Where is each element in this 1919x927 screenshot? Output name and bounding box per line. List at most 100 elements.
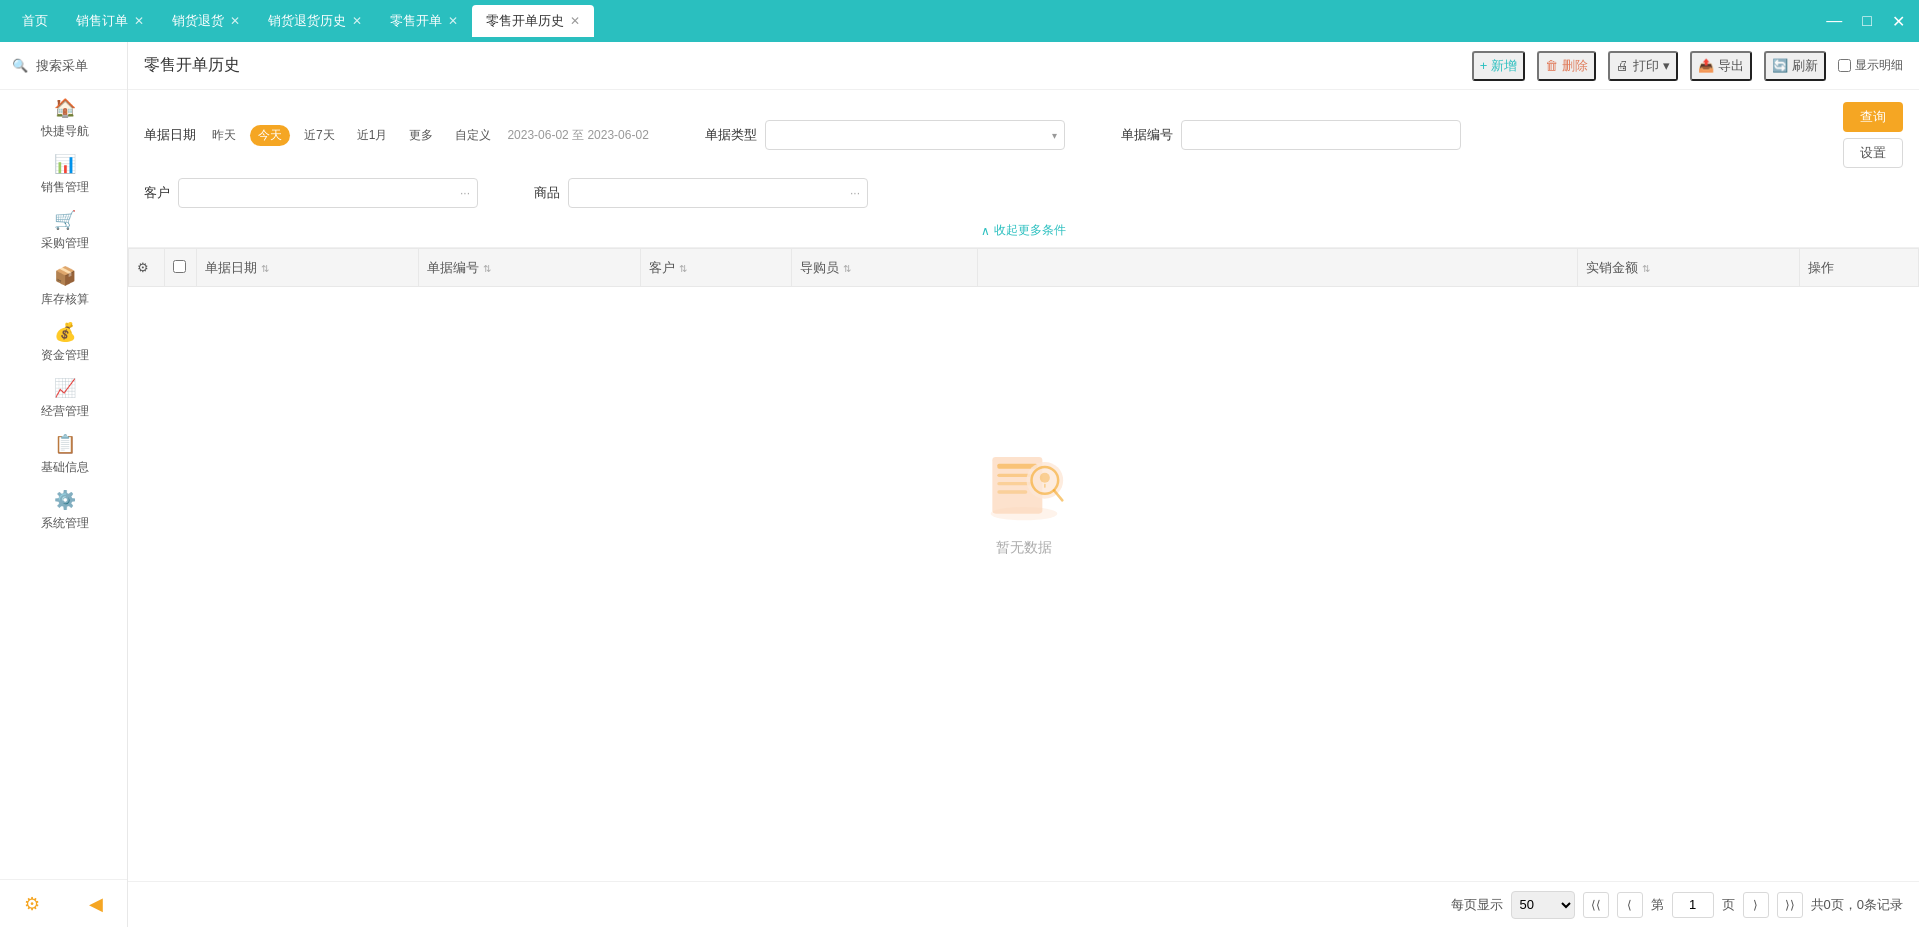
date-more[interactable]: 更多 [401,125,441,146]
sidebar-collapse-icon[interactable]: ◀ [89,893,103,915]
date-7days[interactable]: 近7天 [296,125,343,146]
tab-retail-open-label: 零售开单 [390,12,442,30]
page-unit-label: 页 [1722,896,1735,914]
sidebar-item-inventory[interactable]: 📦 库存核算 [0,258,127,314]
refresh-icon: 🔄 [1772,58,1788,73]
date-today[interactable]: 今天 [250,125,290,146]
tab-sales-return-close[interactable]: ✕ [230,14,240,28]
export-icon: 📤 [1698,58,1714,73]
sidebar-item-quick-nav[interactable]: 🏠 快捷导航 [0,90,127,146]
col-check[interactable] [165,249,197,287]
quick-nav-label: 快捷导航 [41,123,89,140]
basic-info-icon: 📋 [54,433,76,455]
last-page-btn[interactable]: ⟩⟩ [1777,892,1803,918]
maximize-btn[interactable]: □ [1856,10,1878,32]
col-settings[interactable]: ⚙ [129,249,165,287]
operations-icon: 📈 [54,377,76,399]
col-salesperson[interactable]: 导购员 ⇅ [791,249,977,287]
table-area: ⚙ 单据日期 ⇅ 单据编号 ⇅ 客户 ⇅ [128,248,1919,881]
date-1month[interactable]: 近1月 [349,125,396,146]
col-customer[interactable]: 客户 ⇅ [641,249,792,287]
print-button[interactable]: 🖨 打印 ▾ [1608,51,1678,81]
sidebar-item-basic-info[interactable]: 📋 基础信息 [0,426,127,482]
sys-mgmt-icon: ⚙️ [54,489,76,511]
order-type-select-wrapper: ▾ [765,120,1065,150]
col-salesperson-label: 导购员 [800,260,839,275]
quick-nav-icon: 🏠 [54,97,76,119]
filter-row-1: 单据日期 昨天 今天 近7天 近1月 更多 自定义 2023-06-02 至 2… [144,102,1903,168]
date-shortcuts: 昨天 今天 近7天 近1月 更多 自定义 [204,125,499,146]
tab-retail-open[interactable]: 零售开单 ✕ [376,5,472,37]
col-salesperson-sort: ⇅ [843,263,851,274]
date-yesterday[interactable]: 昨天 [204,125,244,146]
prev-page-btn[interactable]: ⟨ [1617,892,1643,918]
settings-button[interactable]: 设置 [1843,138,1903,168]
delete-button[interactable]: 🗑 删除 [1537,51,1596,81]
product-input[interactable] [568,178,868,208]
col-action-label: 操作 [1808,260,1834,275]
customer-dots[interactable]: ··· [460,186,470,200]
order-no-filter: 单据编号 [1121,120,1461,150]
customer-input[interactable] [178,178,478,208]
tab-retail-history-label: 零售开单历史 [486,12,564,30]
sidebar-item-sys-mgmt[interactable]: ⚙️ 系统管理 [0,482,127,538]
tab-retail-history-close[interactable]: ✕ [570,14,580,28]
header-actions: + 新增 🗑 删除 🖨 打印 ▾ 📤 导出 🔄 刷新 [1472,51,1903,81]
sidebar-search[interactable]: 🔍 搜索采单 [0,42,127,90]
page-input[interactable] [1672,892,1714,918]
pagination-bar: 每页显示 10 20 50 100 ⟨⟨ ⟨ 第 页 ⟩ ⟩⟩ 共0页，0条记录 [128,881,1919,927]
tab-sales-return-history[interactable]: 销货退货历史 ✕ [254,5,376,37]
display-detail-wrapper: 显示明细 [1838,57,1903,74]
tab-retail-history[interactable]: 零售开单历史 ✕ [472,5,594,37]
add-button[interactable]: + 新增 [1472,51,1526,81]
inventory-icon: 📦 [54,265,76,287]
tab-sales-order-close[interactable]: ✕ [134,14,144,28]
main-layout: 🔍 搜索采单 🏠 快捷导航 📊 销售管理 🛒 采购管理 📦 库存核算 💰 [0,42,1919,927]
date-custom[interactable]: 自定义 [447,125,499,146]
per-page-select[interactable]: 10 20 50 100 [1511,891,1575,919]
select-all-checkbox[interactable] [173,260,186,273]
query-button[interactable]: 查询 [1843,102,1903,132]
sidebar-item-sales-mgmt[interactable]: 📊 销售管理 [0,146,127,202]
tab-bar: 首页 销售订单 ✕ 销货退货 ✕ 销货退货历史 ✕ 零售开单 ✕ 零售开单历史 … [0,0,1919,42]
data-table: ⚙ 单据日期 ⇅ 单据编号 ⇅ 客户 ⇅ [128,248,1919,707]
add-label: 新增 [1491,57,1517,75]
filter-row-2: 客户 ··· 商品 ··· [144,178,1903,208]
page-title: 零售开单历史 [144,55,1472,76]
refresh-button[interactable]: 🔄 刷新 [1764,51,1826,81]
per-page-label: 每页显示 [1451,896,1503,914]
product-label: 商品 [534,184,560,202]
sidebar-settings-icon[interactable]: ⚙ [24,893,40,915]
export-button[interactable]: 📤 导出 [1690,51,1752,81]
col-amount[interactable]: 实销金额 ⇅ [1578,249,1800,287]
sidebar-item-finance[interactable]: 💰 资金管理 [0,314,127,370]
customer-filter: 客户 ··· [144,178,478,208]
col-order-no-sort: ⇅ [483,263,491,274]
minimize-btn[interactable]: — [1820,10,1848,32]
sidebar-item-operations[interactable]: 📈 经营管理 [0,370,127,426]
order-no-input[interactable] [1181,120,1461,150]
table-body: 暂无数据 [129,287,1919,708]
order-type-label: 单据类型 [705,126,757,144]
col-date[interactable]: 单据日期 ⇅ [197,249,419,287]
sales-mgmt-label: 销售管理 [41,179,89,196]
tab-home[interactable]: 首页 [8,5,62,37]
svg-rect-5 [997,490,1027,493]
next-page-btn[interactable]: ⟩ [1743,892,1769,918]
col-order-no[interactable]: 单据编号 ⇅ [419,249,641,287]
sidebar-item-purchase-mgmt[interactable]: 🛒 采购管理 [0,202,127,258]
col-customer-label: 客户 [649,260,675,275]
display-detail-checkbox[interactable] [1838,59,1851,72]
col-amount-label: 实销金额 [1586,260,1638,275]
finance-label: 资金管理 [41,347,89,364]
product-dots[interactable]: ··· [850,186,860,200]
tab-sales-return[interactable]: 销货退货 ✕ [158,5,254,37]
tab-sales-return-label: 销货退货 [172,12,224,30]
tab-sales-return-history-close[interactable]: ✕ [352,14,362,28]
first-page-btn[interactable]: ⟨⟨ [1583,892,1609,918]
close-btn[interactable]: ✕ [1886,10,1911,33]
tab-sales-order[interactable]: 销售订单 ✕ [62,5,158,37]
order-type-select[interactable] [765,120,1065,150]
collapse-bar[interactable]: ∧ 收起更多条件 [144,218,1903,243]
tab-retail-open-close[interactable]: ✕ [448,14,458,28]
